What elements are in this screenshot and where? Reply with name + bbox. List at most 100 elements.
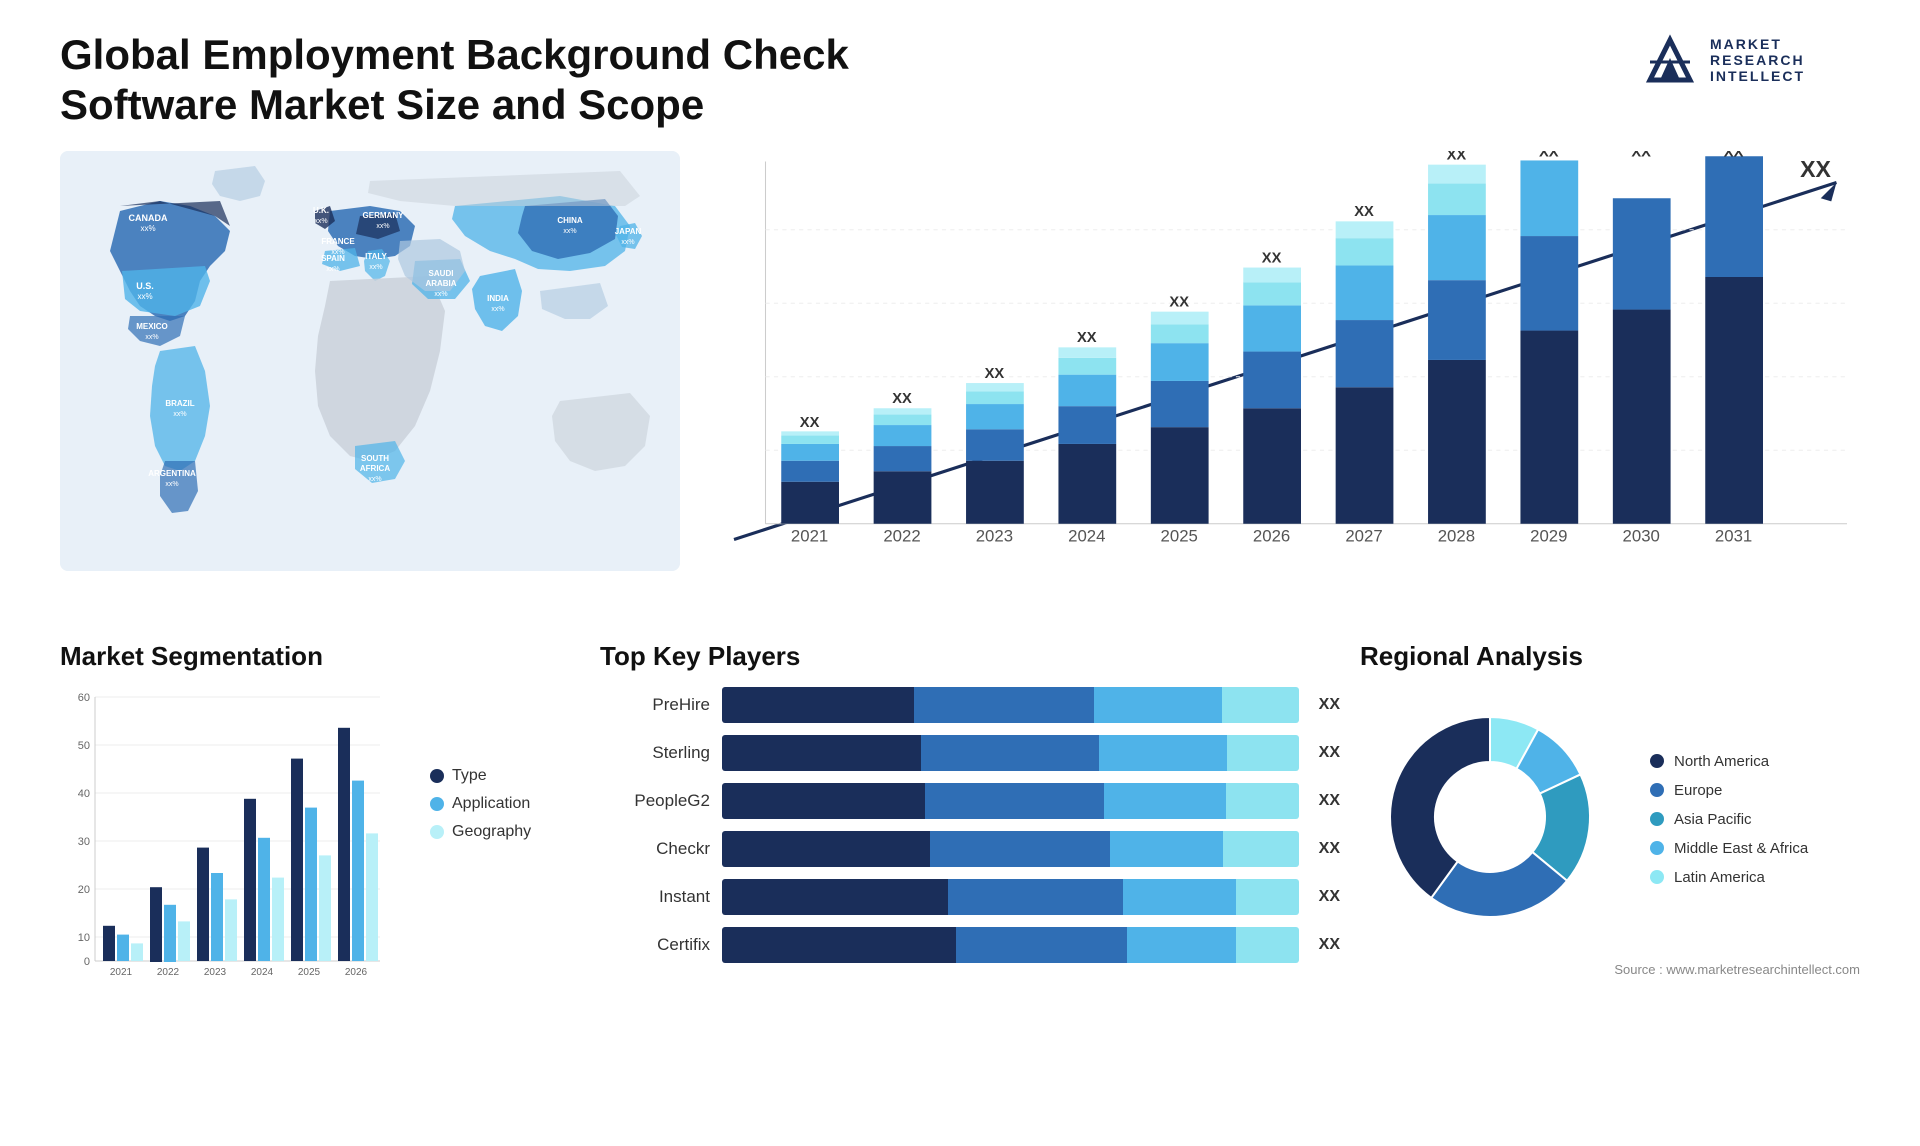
legend-type-dot <box>430 769 444 783</box>
svg-text:SAUDI: SAUDI <box>429 269 454 278</box>
svg-text:2024: 2024 <box>251 967 274 978</box>
regional-legend-dot <box>1650 841 1664 855</box>
svg-text:XX: XX <box>800 415 820 431</box>
svg-text:XX: XX <box>1077 330 1097 346</box>
svg-text:MEXICO: MEXICO <box>136 322 168 331</box>
svg-text:XX: XX <box>985 366 1005 382</box>
players-section: Top Key Players PreHire XX Sterling XX P… <box>600 641 1340 987</box>
svg-text:XX: XX <box>1539 151 1559 160</box>
svg-text:2031: 2031 <box>1715 526 1752 545</box>
world-map-svg: CANADA xx% U.S. xx% MEXICO xx% BRAZIL xx… <box>60 151 680 571</box>
player-bar-seg3 <box>1104 783 1226 819</box>
svg-text:2029: 2029 <box>1530 526 1567 545</box>
player-bar <box>722 735 1299 771</box>
map-section: CANADA xx% U.S. xx% MEXICO xx% BRAZIL xx… <box>60 151 680 611</box>
player-row-certifix: Certifix XX <box>600 927 1340 963</box>
svg-text:CHINA: CHINA <box>557 216 583 225</box>
svg-text:xx%: xx% <box>376 223 389 230</box>
player-name: PreHire <box>600 695 710 715</box>
svg-text:2021: 2021 <box>791 526 828 545</box>
player-bar-seg3 <box>1110 831 1223 867</box>
player-name: Checkr <box>600 839 710 859</box>
player-value: XX <box>1319 840 1340 858</box>
players-title: Top Key Players <box>600 641 1340 672</box>
svg-text:xx%: xx% <box>140 224 155 233</box>
svg-text:xx%: xx% <box>434 291 447 298</box>
player-value: XX <box>1319 936 1340 954</box>
player-row-instant: Instant XX <box>600 879 1340 915</box>
svg-text:ARABIA: ARABIA <box>425 279 456 288</box>
svg-text:2028: 2028 <box>1438 526 1475 545</box>
regional-legend-label: Middle East & Africa <box>1674 840 1808 857</box>
svg-text:AFRICA: AFRICA <box>360 464 390 473</box>
svg-text:SPAIN: SPAIN <box>321 254 345 263</box>
legend-application: Application <box>430 795 531 813</box>
regional-legend-label: North America <box>1674 753 1769 770</box>
regional-legend-label: Europe <box>1674 782 1722 799</box>
svg-text:XX: XX <box>1447 151 1467 163</box>
svg-text:JAPAN: JAPAN <box>615 227 642 236</box>
seg-legend: Type Application Geography <box>430 767 531 841</box>
svg-text:10: 10 <box>78 932 90 944</box>
player-name: Certifix <box>600 935 710 955</box>
logo-text: MARKET RESEARCH INTELLECT <box>1710 36 1805 84</box>
svg-text:XX: XX <box>1724 151 1744 160</box>
svg-text:2026: 2026 <box>345 967 368 978</box>
svg-text:20: 20 <box>78 884 90 896</box>
svg-text:XX: XX <box>1354 204 1374 220</box>
donut-chart <box>1360 687 1620 952</box>
svg-text:BRAZIL: BRAZIL <box>165 399 194 408</box>
player-bar-seg4 <box>1223 831 1299 867</box>
player-bar-seg1 <box>722 687 914 723</box>
regional-legend-label: Asia Pacific <box>1674 811 1752 828</box>
legend-type: Type <box>430 767 531 785</box>
player-bar-seg3 <box>1123 879 1236 915</box>
player-bar-seg3 <box>1099 735 1227 771</box>
bar-chart-svg: XX <box>700 151 1860 571</box>
donut-svg <box>1360 687 1620 947</box>
svg-text:2022: 2022 <box>883 526 920 545</box>
player-bar-seg2 <box>956 927 1127 963</box>
player-bar-seg4 <box>1227 735 1298 771</box>
svg-text:xx%: xx% <box>314 218 327 225</box>
player-bar-seg2 <box>925 783 1104 819</box>
svg-text:2022: 2022 <box>157 967 180 978</box>
bar-chart-container: XX <box>700 151 1860 571</box>
player-name: PeopleG2 <box>600 791 710 811</box>
svg-text:xx%: xx% <box>173 411 186 418</box>
svg-text:FRANCE: FRANCE <box>321 237 355 246</box>
svg-text:xx%: xx% <box>145 334 158 341</box>
player-value: XX <box>1319 696 1340 714</box>
svg-text:2024: 2024 <box>1068 526 1105 545</box>
player-bar-seg1 <box>722 735 921 771</box>
svg-text:2025: 2025 <box>298 967 321 978</box>
player-value: XX <box>1319 888 1340 906</box>
player-row-sterling: Sterling XX <box>600 735 1340 771</box>
player-bar-seg4 <box>1222 687 1299 723</box>
seg-chart-svg: 60 50 40 30 20 10 0 <box>60 687 390 987</box>
player-bar-seg2 <box>948 879 1124 915</box>
svg-text:XX: XX <box>1631 151 1651 160</box>
svg-text:SOUTH: SOUTH <box>361 454 389 463</box>
regional-section: Regional Analysis North America Europe A… <box>1360 641 1860 987</box>
player-row-prehire: PreHire XX <box>600 687 1340 723</box>
players-table: PreHire XX Sterling XX PeopleG2 XX Check… <box>600 687 1340 963</box>
svg-text:2030: 2030 <box>1623 526 1660 545</box>
svg-text:CANADA: CANADA <box>129 213 168 223</box>
player-bar-seg1 <box>722 783 925 819</box>
regional-content: North America Europe Asia Pacific Middle… <box>1360 687 1860 952</box>
svg-text:60: 60 <box>78 692 90 704</box>
svg-text:xx%: xx% <box>563 228 576 235</box>
svg-text:U.S.: U.S. <box>136 281 154 291</box>
svg-text:xx%: xx% <box>368 476 381 483</box>
regional-legend-item: Middle East & Africa <box>1650 840 1808 857</box>
regional-legend-dot <box>1650 870 1664 884</box>
svg-text:U.K.: U.K. <box>313 206 329 215</box>
header: Global Employment Background Check Softw… <box>60 30 1860 131</box>
player-bar <box>722 783 1299 819</box>
svg-text:30: 30 <box>78 836 90 848</box>
regional-legend-item: Latin America <box>1650 869 1808 886</box>
segmentation-title: Market Segmentation <box>60 641 580 672</box>
regional-legend-dot <box>1650 783 1664 797</box>
svg-text:GERMANY: GERMANY <box>363 211 405 220</box>
